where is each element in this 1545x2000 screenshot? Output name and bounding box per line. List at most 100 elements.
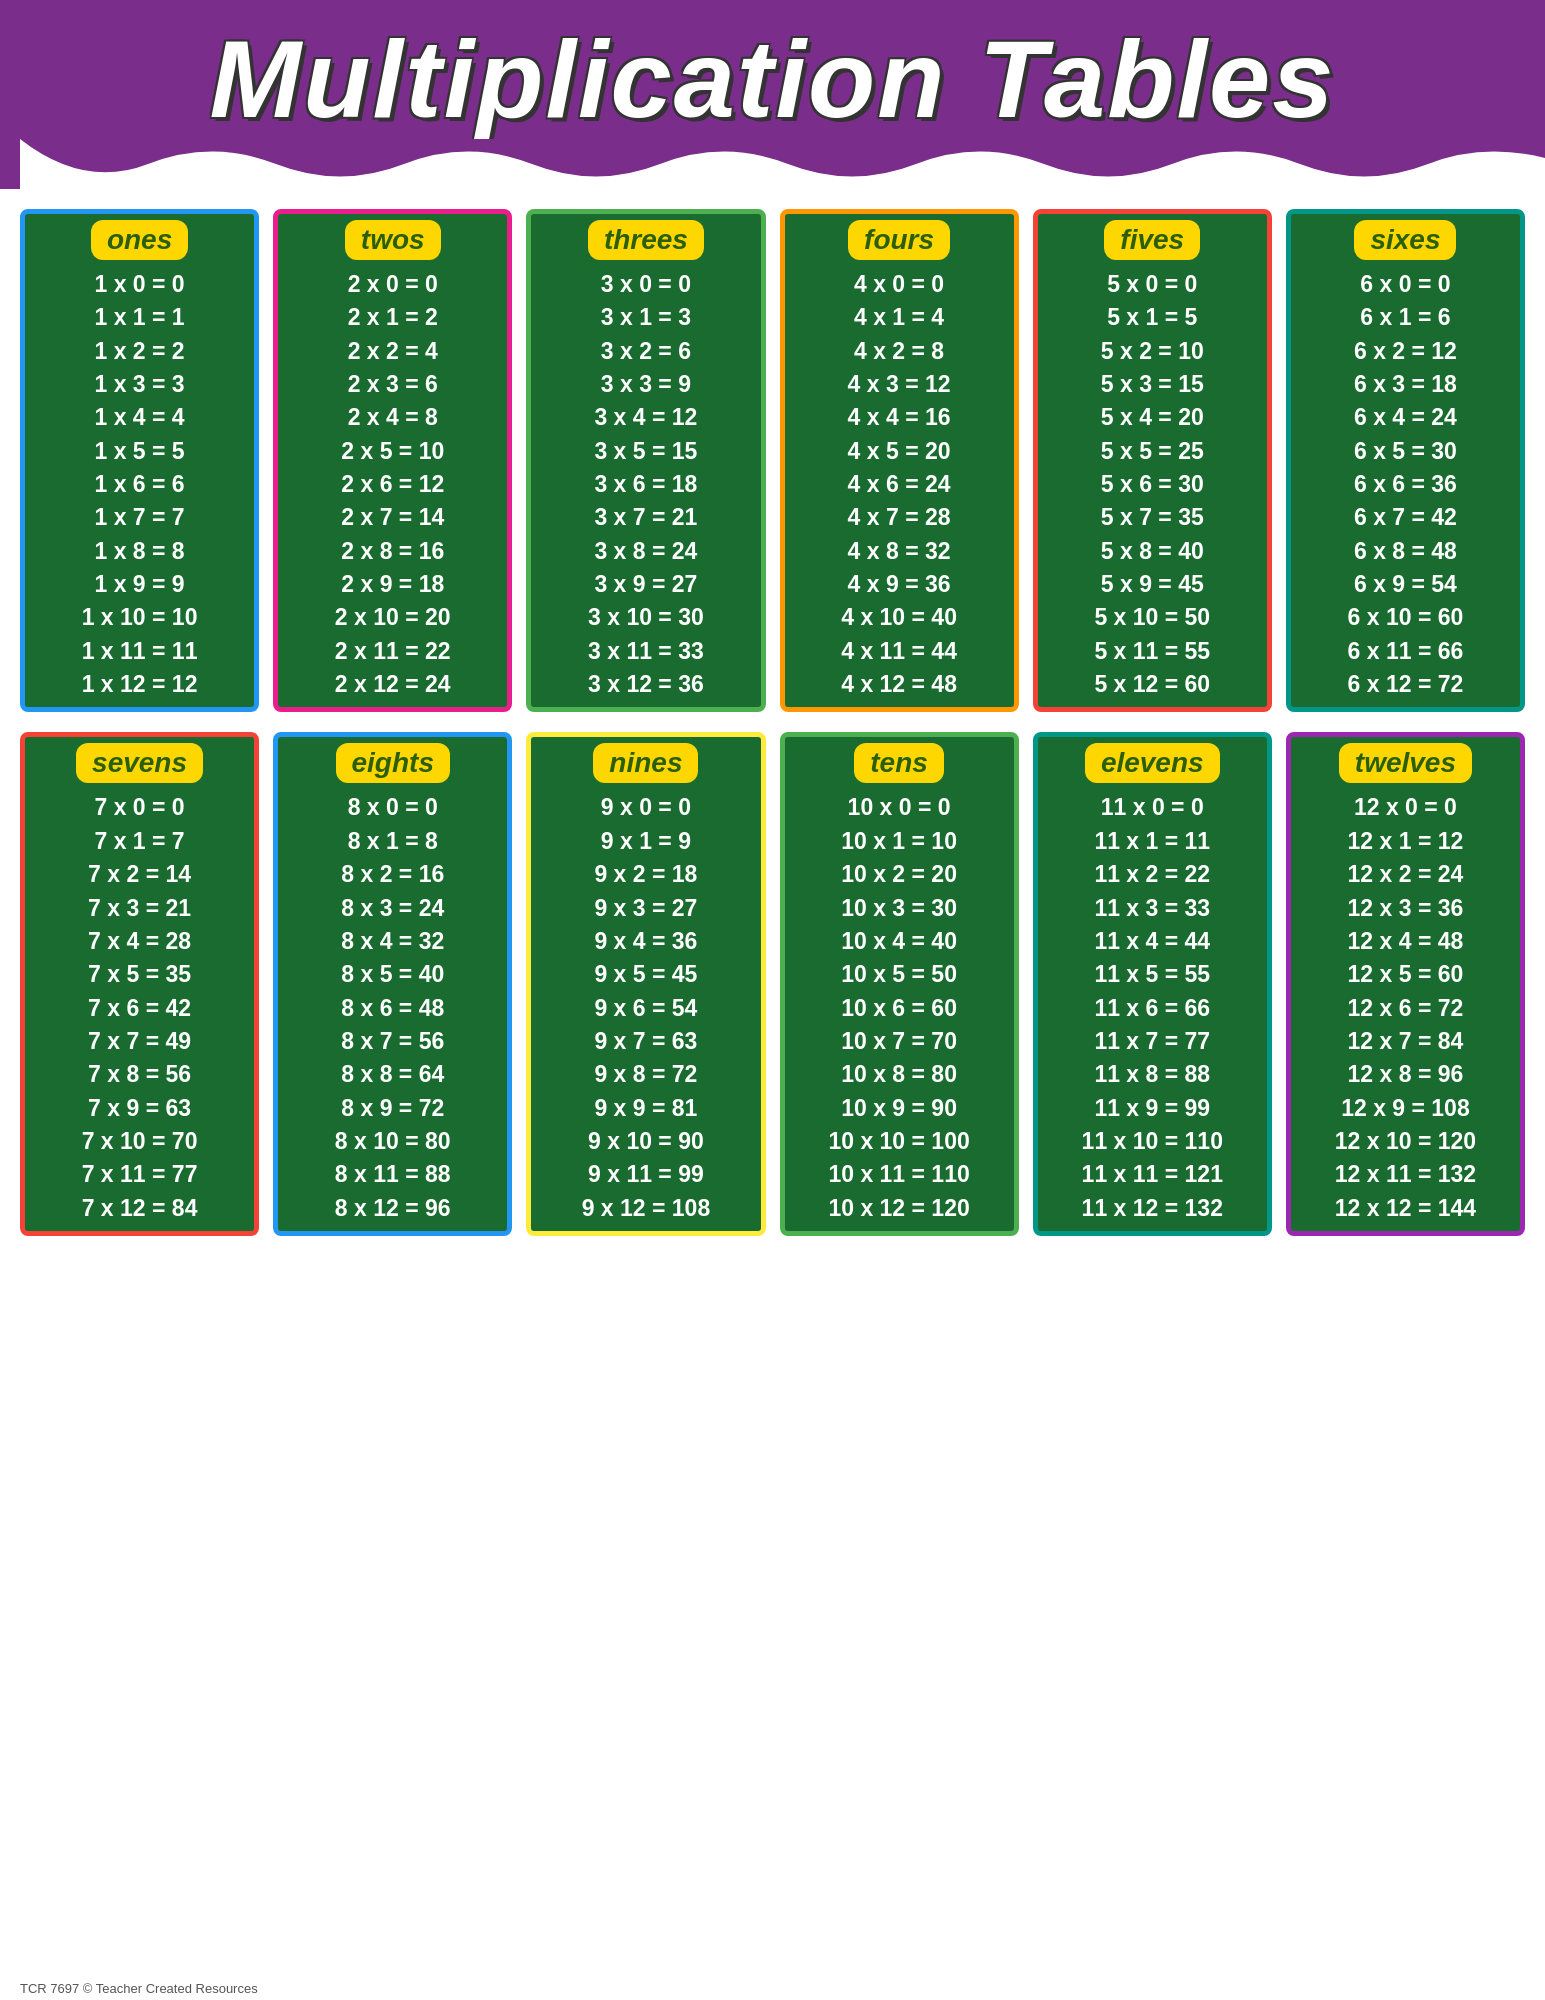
table-row: 8 x 4 = 32 [290, 925, 495, 958]
table-row: 12 x 5 = 60 [1303, 958, 1508, 991]
table-row: 4 x 6 = 24 [797, 468, 1002, 501]
header: Multiplication Tables [0, 0, 1545, 189]
table-body-tens: 10 x 0 = 010 x 1 = 1010 x 2 = 2010 x 3 =… [791, 791, 1008, 1224]
table-row: 3 x 11 = 33 [543, 635, 748, 668]
table-row: 7 x 3 = 21 [37, 892, 242, 925]
table-body-eights: 8 x 0 = 08 x 1 = 88 x 2 = 168 x 3 = 248 … [284, 791, 501, 1224]
page: Multiplication Tables ones1 x 0 = 01 x 1… [0, 0, 1545, 2000]
table-row: 7 x 1 = 7 [37, 825, 242, 858]
table-fives: fives5 x 0 = 05 x 1 = 55 x 2 = 105 x 3 =… [1033, 209, 1272, 712]
table-row: 3 x 7 = 21 [543, 501, 748, 534]
table-row: 5 x 6 = 30 [1050, 468, 1255, 501]
table-row: 4 x 0 = 0 [797, 268, 1002, 301]
table-header-nines: nines [593, 743, 698, 783]
table-body-twos: 2 x 0 = 02 x 1 = 22 x 2 = 42 x 3 = 62 x … [284, 268, 501, 701]
table-header-sixes: sixes [1354, 220, 1456, 260]
table-row: 4 x 3 = 12 [797, 368, 1002, 401]
table-row: 3 x 3 = 9 [543, 368, 748, 401]
table-row: 2 x 5 = 10 [290, 435, 495, 468]
table-row: 9 x 12 = 108 [543, 1192, 748, 1225]
table-row: 3 x 9 = 27 [543, 568, 748, 601]
page-title: Multiplication Tables [20, 18, 1525, 139]
table-row: 11 x 3 = 33 [1050, 892, 1255, 925]
table-row: 3 x 10 = 30 [543, 601, 748, 634]
table-row: 10 x 0 = 0 [797, 791, 1002, 824]
table-row: 11 x 12 = 132 [1050, 1192, 1255, 1225]
table-row: 6 x 10 = 60 [1303, 601, 1508, 634]
table-row: 5 x 9 = 45 [1050, 568, 1255, 601]
table-row: 6 x 4 = 24 [1303, 401, 1508, 434]
table-row: 8 x 10 = 80 [290, 1125, 495, 1158]
table-row: 1 x 3 = 3 [37, 368, 242, 401]
table-row: 4 x 1 = 4 [797, 301, 1002, 334]
table-row: 7 x 0 = 0 [37, 791, 242, 824]
table-header-elevens: elevens [1085, 743, 1220, 783]
table-threes: threes3 x 0 = 03 x 1 = 33 x 2 = 63 x 3 =… [526, 209, 765, 712]
table-row: 3 x 12 = 36 [543, 668, 748, 701]
table-row: 10 x 3 = 30 [797, 892, 1002, 925]
table-row: 12 x 2 = 24 [1303, 858, 1508, 891]
table-row: 1 x 12 = 12 [37, 668, 242, 701]
table-row: 5 x 2 = 10 [1050, 335, 1255, 368]
table-row: 3 x 6 = 18 [543, 468, 748, 501]
table-header-twelves: twelves [1339, 743, 1472, 783]
table-row: 4 x 10 = 40 [797, 601, 1002, 634]
table-row: 10 x 5 = 50 [797, 958, 1002, 991]
table-tens: tens10 x 0 = 010 x 1 = 1010 x 2 = 2010 x… [780, 732, 1019, 1235]
table-ones: ones 1 x 0 = 01 x 1 = 11 x 2 = 21 x 3 = 3… [20, 209, 259, 712]
table-row: 7 x 6 = 42 [37, 992, 242, 1025]
table-body-ones: 1 x 0 = 01 x 1 = 11 x 2 = 21 x 3 = 31 x … [31, 268, 248, 701]
table-row: 2 x 9 = 18 [290, 568, 495, 601]
table-header-ones: ones [91, 220, 188, 260]
table-row: 3 x 1 = 3 [543, 301, 748, 334]
table-row: 6 x 11 = 66 [1303, 635, 1508, 668]
table-row: 5 x 8 = 40 [1050, 535, 1255, 568]
table-row: 9 x 7 = 63 [543, 1025, 748, 1058]
table-row: 2 x 11 = 22 [290, 635, 495, 668]
table-row: 9 x 3 = 27 [543, 892, 748, 925]
table-row: 1 x 2 = 2 [37, 335, 242, 368]
table-row: 6 x 5 = 30 [1303, 435, 1508, 468]
table-row: 7 x 12 = 84 [37, 1192, 242, 1225]
table-row: 10 x 1 = 10 [797, 825, 1002, 858]
table-row: 11 x 0 = 0 [1050, 791, 1255, 824]
table-row: 8 x 2 = 16 [290, 858, 495, 891]
table-row: 8 x 7 = 56 [290, 1025, 495, 1058]
table-row: 8 x 5 = 40 [290, 958, 495, 991]
table-row: 6 x 7 = 42 [1303, 501, 1508, 534]
table-row: 1 x 0 = 0 [37, 268, 242, 301]
table-row: 9 x 5 = 45 [543, 958, 748, 991]
tables-row-1: ones 1 x 0 = 01 x 1 = 11 x 2 = 21 x 3 = 3… [20, 209, 1525, 712]
table-fours: fours4 x 0 = 04 x 1 = 44 x 2 = 84 x 3 = … [780, 209, 1019, 712]
table-row: 1 x 8 = 8 [37, 535, 242, 568]
table-body-elevens: 11 x 0 = 011 x 1 = 1111 x 2 = 2211 x 3 =… [1044, 791, 1261, 1224]
table-row: 10 x 9 = 90 [797, 1092, 1002, 1125]
table-row: 11 x 6 = 66 [1050, 992, 1255, 1025]
table-row: 7 x 4 = 28 [37, 925, 242, 958]
table-body-twelves: 12 x 0 = 012 x 1 = 1212 x 2 = 2412 x 3 =… [1297, 791, 1514, 1224]
table-row: 12 x 1 = 12 [1303, 825, 1508, 858]
table-row: 1 x 6 = 6 [37, 468, 242, 501]
table-row: 4 x 9 = 36 [797, 568, 1002, 601]
table-row: 12 x 11 = 132 [1303, 1158, 1508, 1191]
table-row: 1 x 11 = 11 [37, 635, 242, 668]
table-row: 1 x 9 = 9 [37, 568, 242, 601]
table-row: 2 x 4 = 8 [290, 401, 495, 434]
table-row: 4 x 2 = 8 [797, 335, 1002, 368]
table-row: 9 x 10 = 90 [543, 1125, 748, 1158]
table-row: 3 x 4 = 12 [543, 401, 748, 434]
table-row: 2 x 10 = 20 [290, 601, 495, 634]
table-row: 1 x 5 = 5 [37, 435, 242, 468]
table-row: 12 x 8 = 96 [1303, 1058, 1508, 1091]
table-row: 1 x 1 = 1 [37, 301, 242, 334]
table-row: 5 x 10 = 50 [1050, 601, 1255, 634]
table-row: 12 x 12 = 144 [1303, 1192, 1508, 1225]
table-row: 1 x 4 = 4 [37, 401, 242, 434]
table-body-sixes: 6 x 0 = 06 x 1 = 66 x 2 = 126 x 3 = 186 … [1297, 268, 1514, 701]
table-row: 9 x 2 = 18 [543, 858, 748, 891]
table-row: 8 x 1 = 8 [290, 825, 495, 858]
content: ones 1 x 0 = 01 x 1 = 11 x 2 = 21 x 3 = 3… [0, 189, 1545, 1977]
table-row: 4 x 5 = 20 [797, 435, 1002, 468]
table-eights: eights8 x 0 = 08 x 1 = 88 x 2 = 168 x 3 … [273, 732, 512, 1235]
table-row: 2 x 3 = 6 [290, 368, 495, 401]
